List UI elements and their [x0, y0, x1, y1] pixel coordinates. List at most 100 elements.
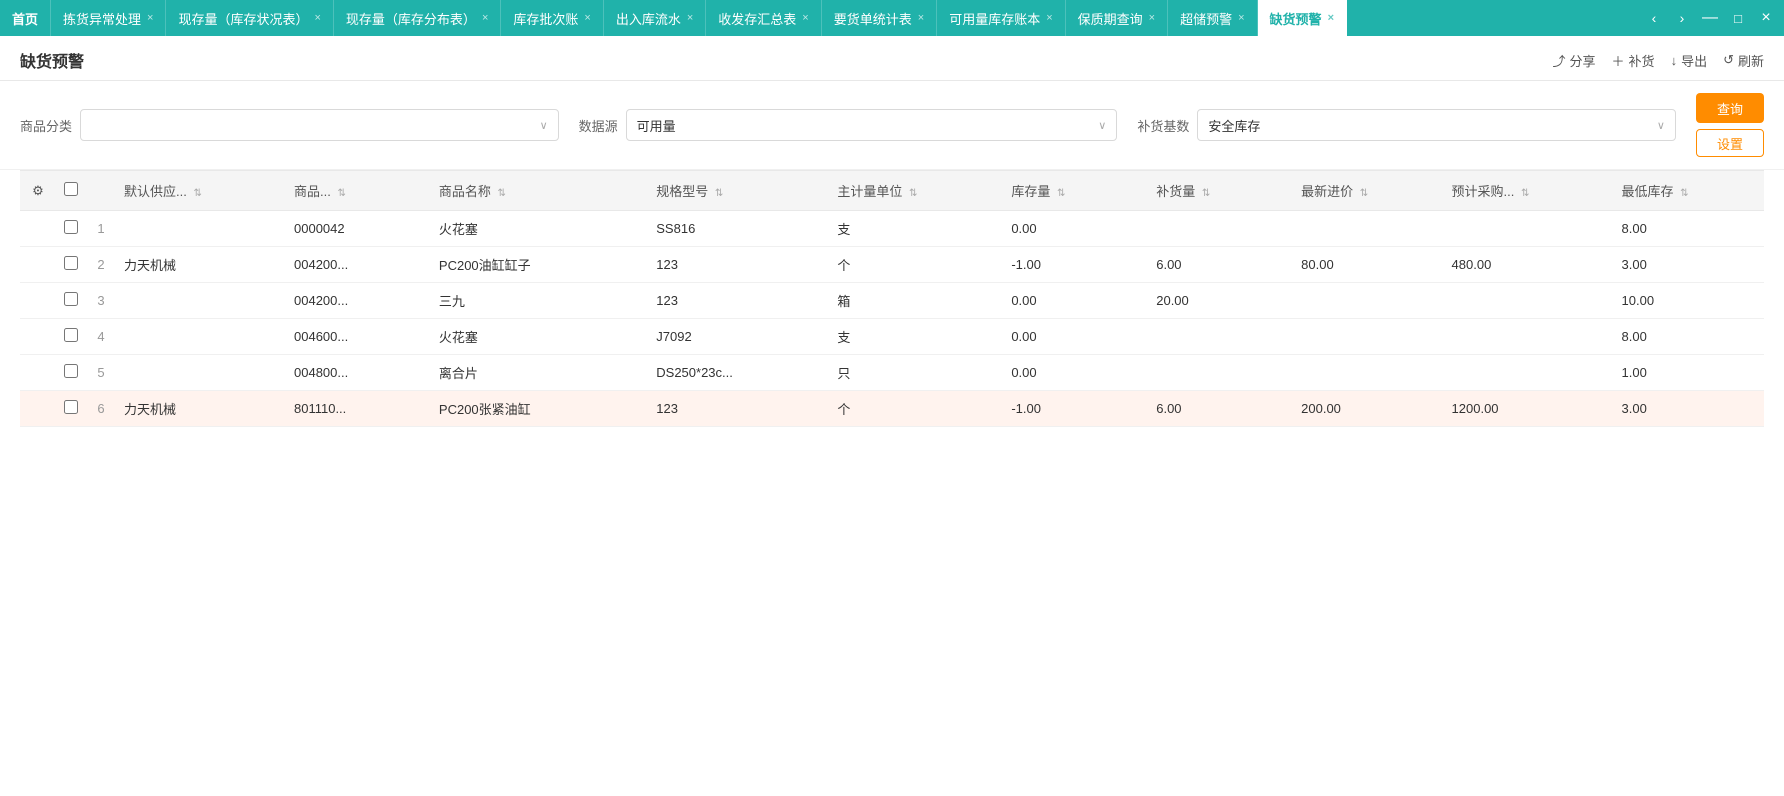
table-row: 4 004600... 火花塞 J7092 支 0.00 8.00	[20, 319, 1764, 355]
close-tab-abnormal[interactable]: ×	[147, 12, 153, 24]
close-tab-collection-summary[interactable]: ×	[802, 12, 808, 24]
row-gear-4	[20, 355, 56, 391]
row-spec-0: SS816	[648, 211, 829, 247]
row-code-4: 004800...	[286, 355, 431, 391]
th-default-supplier[interactable]: 默认供应... ⇅	[116, 171, 286, 211]
close-tab-inout-flow[interactable]: ×	[687, 12, 693, 24]
tab-demand-stats[interactable]: 要货单统计表 ×	[822, 0, 937, 36]
row-check-5[interactable]	[64, 400, 78, 414]
row-check-0[interactable]	[64, 220, 78, 234]
replenish-base-value: 安全库存	[1208, 116, 1260, 135]
row-replenish-1: 6.00	[1148, 247, 1293, 283]
tab-scroll-left[interactable]: ‹	[1640, 4, 1668, 32]
row-replenish-4	[1148, 355, 1293, 391]
tab-scroll-right[interactable]: ›	[1668, 4, 1696, 32]
tab-collection-summary[interactable]: 收发存汇总表 ×	[706, 0, 821, 36]
th-unit[interactable]: 主计量单位 ⇅	[829, 171, 1003, 211]
tab-overstock[interactable]: 超储预警 ×	[1168, 0, 1257, 36]
tab-available-ledger[interactable]: 可用量库存账本 ×	[937, 0, 1065, 36]
close-tab-expiry-query[interactable]: ×	[1149, 12, 1155, 24]
row-name-3: 火花塞	[431, 319, 648, 355]
tab-home[interactable]: 首页	[0, 0, 51, 36]
export-icon: ↓	[1671, 53, 1678, 68]
settings-button[interactable]: 设置	[1696, 129, 1764, 157]
row-estimated-1: 480.00	[1444, 247, 1614, 283]
row-estimated-3	[1444, 319, 1614, 355]
row-checkbox-5[interactable]	[56, 391, 86, 427]
category-select[interactable]: ∨	[80, 109, 559, 141]
row-checkbox-3[interactable]	[56, 319, 86, 355]
window-close[interactable]: ×	[1752, 4, 1780, 32]
window-minimize[interactable]: —	[1696, 4, 1724, 32]
filter-category: 商品分类 ∨	[20, 109, 559, 141]
row-gear-1	[20, 247, 56, 283]
row-supplier-4	[116, 355, 286, 391]
close-tab-available-ledger[interactable]: ×	[1046, 12, 1052, 24]
th-replenish-qty[interactable]: 补货量 ⇅	[1148, 171, 1293, 211]
row-gear-5	[20, 391, 56, 427]
table-row: 5 004800... 离合片 DS250*23c... 只 0.00 1.00	[20, 355, 1764, 391]
th-latest-price[interactable]: 最新进价 ⇅	[1293, 171, 1443, 211]
datasource-select[interactable]: 可用量 ∨	[626, 109, 1118, 141]
th-product-name[interactable]: 商品名称 ⇅	[431, 171, 648, 211]
th-checkbox[interactable]	[56, 171, 86, 211]
row-min-stock-1: 3.00	[1614, 247, 1764, 283]
query-button[interactable]: 查询	[1696, 93, 1764, 123]
row-check-2[interactable]	[64, 292, 78, 306]
th-estimated-purchase[interactable]: 预计采购... ⇅	[1444, 171, 1614, 211]
select-all-checkbox[interactable]	[64, 182, 78, 196]
table-container: ⚙ 默认供应... ⇅ 商品... ⇅ 商品名称	[0, 170, 1784, 427]
tab-inventory-dist[interactable]: 现存量（库存分布表） ×	[334, 0, 501, 36]
export-button[interactable]: ↓ 导出	[1671, 51, 1708, 70]
close-tab-overstock[interactable]: ×	[1238, 12, 1244, 24]
replenish-base-chevron-icon: ∨	[1657, 119, 1665, 132]
refresh-button[interactable]: ↺ 刷新	[1723, 51, 1764, 70]
row-price-0	[1293, 211, 1443, 247]
tab-shortage[interactable]: 缺货预警 ×	[1258, 0, 1347, 36]
tab-bar: 首页 拣货异常处理 × 现存量（库存状况表） × 现存量（库存分布表） × 库存…	[0, 0, 1784, 36]
table-row: 2 力天机械 004200... PC200油缸缸子 123 个 -1.00 6…	[20, 247, 1764, 283]
datasource-chevron-icon: ∨	[1098, 119, 1106, 132]
close-tab-demand-stats[interactable]: ×	[918, 12, 924, 24]
sort-supplier-icon: ⇅	[193, 188, 201, 199]
tab-abnormal[interactable]: 拣货异常处理 ×	[51, 0, 166, 36]
row-checkbox-1[interactable]	[56, 247, 86, 283]
window-maximize[interactable]: □	[1724, 4, 1752, 32]
close-tab-inventory-dist[interactable]: ×	[482, 12, 488, 24]
th-min-stock[interactable]: 最低库存 ⇅	[1614, 171, 1764, 211]
row-check-3[interactable]	[64, 328, 78, 342]
table-row: 3 004200... 三九 123 箱 0.00 20.00 10.00	[20, 283, 1764, 319]
th-product-code[interactable]: 商品... ⇅	[286, 171, 431, 211]
row-checkbox-0[interactable]	[56, 211, 86, 247]
tab-inventory-status[interactable]: 现存量（库存状况表） ×	[166, 0, 333, 36]
datasource-value: 可用量	[637, 116, 676, 135]
row-stock-0: 0.00	[1003, 211, 1148, 247]
close-tab-inventory-status[interactable]: ×	[314, 12, 320, 24]
row-checkbox-4[interactable]	[56, 355, 86, 391]
replenish-base-select[interactable]: 安全库存 ∨	[1197, 109, 1676, 141]
row-name-0: 火花塞	[431, 211, 648, 247]
replenish-button[interactable]: ＋ 补货	[1612, 51, 1655, 70]
row-price-2	[1293, 283, 1443, 319]
row-gear-2	[20, 283, 56, 319]
page-header: 缺货预警 ⤴ 分享 ＋ 补货 ↓ 导出 ↺ 刷新	[0, 36, 1784, 81]
th-row-num	[86, 171, 116, 211]
th-gear[interactable]: ⚙	[20, 171, 56, 211]
tab-batch-account[interactable]: 库存批次账 ×	[501, 0, 603, 36]
row-check-1[interactable]	[64, 256, 78, 270]
tab-inout-flow[interactable]: 出入库流水 ×	[604, 0, 706, 36]
th-stock-qty[interactable]: 库存量 ⇅	[1003, 171, 1148, 211]
row-check-4[interactable]	[64, 364, 78, 378]
row-name-5: PC200张紧油缸	[431, 391, 648, 427]
row-stock-2: 0.00	[1003, 283, 1148, 319]
row-spec-5: 123	[648, 391, 829, 427]
row-supplier-5: 力天机械	[116, 391, 286, 427]
tab-expiry-query[interactable]: 保质期查询 ×	[1066, 0, 1168, 36]
close-tab-shortage[interactable]: ×	[1328, 12, 1334, 24]
row-stock-3: 0.00	[1003, 319, 1148, 355]
close-tab-batch-account[interactable]: ×	[584, 12, 590, 24]
datasource-label: 数据源	[579, 116, 618, 135]
share-button[interactable]: ⤴ 分享	[1553, 51, 1596, 70]
row-checkbox-2[interactable]	[56, 283, 86, 319]
th-spec[interactable]: 规格型号 ⇅	[648, 171, 829, 211]
